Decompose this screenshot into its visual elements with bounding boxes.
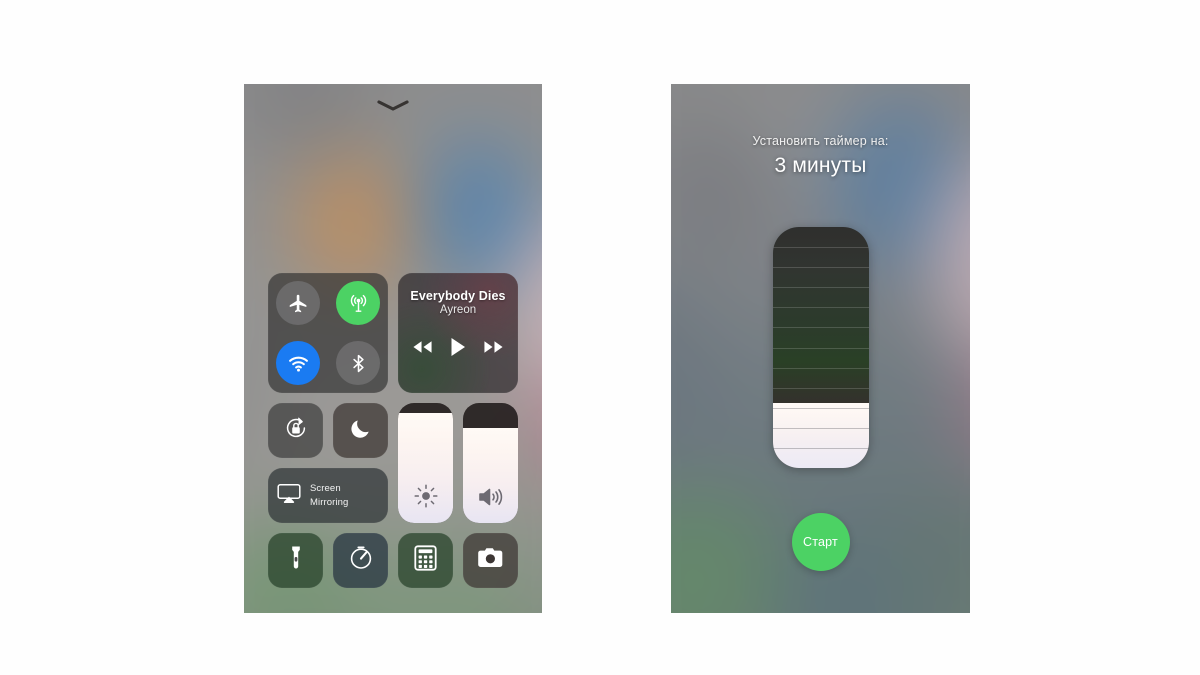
timer-duration-slider[interactable] — [772, 227, 869, 468]
cellular-data-toggle[interactable] — [336, 281, 380, 325]
control-center-screen: Everybody Dies Ayreon Screen Mirroring — [244, 84, 542, 613]
control-center-grid: Everybody Dies Ayreon Screen Mirroring — [268, 273, 518, 598]
cellular-icon — [347, 292, 370, 315]
screen-mirroring-label-line1: Screen — [310, 482, 341, 494]
brightness-icon — [398, 483, 453, 509]
do-not-disturb-toggle[interactable] — [333, 403, 388, 458]
wifi-toggle[interactable] — [276, 341, 320, 385]
screen-mirroring-label: Screen Mirroring — [310, 482, 348, 510]
bluetooth-icon — [348, 353, 369, 374]
cc-row-middle: Screen Mirroring — [268, 403, 518, 523]
cc-row-shortcuts — [268, 533, 518, 588]
screenshot-stage: Everybody Dies Ayreon Screen Mirroring У… — [0, 0, 1200, 675]
track-title: Everybody Dies — [410, 289, 506, 303]
moon-icon — [349, 417, 372, 445]
play-icon[interactable] — [450, 337, 466, 357]
track-artist: Ayreon — [439, 304, 477, 317]
rotation-lock-icon — [283, 415, 309, 446]
timer-slider-ticks — [772, 227, 869, 468]
now-playing-tile[interactable]: Everybody Dies Ayreon — [398, 273, 518, 393]
start-button-label: Старт — [803, 535, 838, 549]
rotation-lock-toggle[interactable] — [268, 403, 323, 458]
brightness-slider[interactable] — [398, 403, 453, 523]
timer-shortcut[interactable] — [333, 533, 388, 588]
media-controls — [412, 337, 504, 357]
timer-screen: Установить таймер на: 3 минуты Старт — [671, 84, 970, 613]
flashlight-shortcut[interactable] — [268, 533, 323, 588]
volume-slider[interactable] — [463, 403, 518, 523]
screen-mirroring-tile[interactable]: Screen Mirroring — [268, 468, 388, 523]
start-timer-button[interactable]: Старт — [791, 513, 850, 571]
volume-icon — [463, 485, 518, 509]
calculator-icon — [414, 545, 437, 576]
camera-shortcut[interactable] — [463, 533, 518, 588]
cc-row-top: Everybody Dies Ayreon — [268, 273, 518, 393]
flashlight-icon — [285, 545, 307, 576]
calculator-shortcut[interactable] — [398, 533, 453, 588]
timer-prompt-label: Установить таймер на: — [752, 134, 889, 148]
airplane-mode-toggle[interactable] — [276, 281, 320, 325]
wifi-icon — [287, 352, 310, 375]
airplane-icon — [288, 293, 309, 314]
fast-forward-icon[interactable] — [483, 340, 504, 354]
timer-header: Установить таймер на: 3 минуты — [671, 134, 970, 178]
camera-icon — [477, 547, 504, 574]
timer-value-label: 3 минуты — [774, 154, 867, 177]
bluetooth-toggle[interactable] — [336, 341, 380, 385]
timer-icon — [348, 545, 374, 576]
chevron-down-icon[interactable] — [376, 100, 410, 112]
airplay-screen-icon — [277, 483, 301, 509]
connectivity-tile[interactable] — [268, 273, 388, 393]
rewind-icon[interactable] — [412, 340, 433, 354]
screen-mirroring-label-line2: Mirroring — [310, 496, 349, 508]
